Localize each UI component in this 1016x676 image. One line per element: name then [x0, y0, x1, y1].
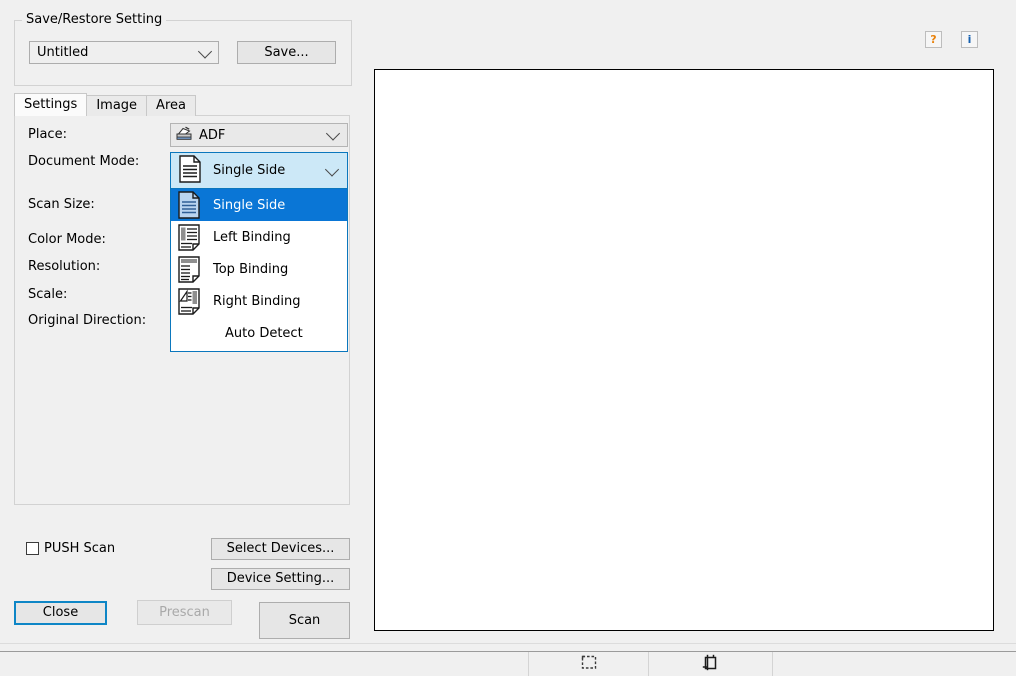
- dropdown-option-label: Auto Detect: [225, 325, 303, 341]
- document-mode-value: Single Side: [213, 163, 286, 178]
- save-button[interactable]: Save...: [237, 41, 336, 64]
- save-restore-legend: Save/Restore Setting: [22, 13, 167, 27]
- top-binding-page-icon: [177, 255, 203, 283]
- push-scan-label: PUSH Scan: [44, 541, 116, 556]
- dropdown-option-auto-detect[interactable]: Auto Detect: [171, 317, 347, 349]
- marquee-selection-icon: [581, 654, 597, 674]
- statusbar-cell-selection[interactable]: [528, 652, 648, 676]
- place-value: ADF: [199, 127, 226, 143]
- tab-image[interactable]: Image: [86, 95, 148, 116]
- prescan-button: Prescan: [137, 600, 232, 625]
- statusbar-cell-crop[interactable]: [648, 652, 772, 676]
- saved-setting-select[interactable]: Untitled: [29, 41, 219, 64]
- push-scan-checkbox[interactable]: [26, 542, 39, 555]
- chevron-down-icon: [325, 126, 341, 141]
- label-resolution: Resolution:: [28, 259, 101, 274]
- single-side-page-icon: [177, 191, 203, 219]
- select-devices-button[interactable]: Select Devices...: [211, 538, 350, 560]
- label-scan-size: Scan Size:: [28, 197, 95, 212]
- chevron-down-icon: [197, 43, 213, 59]
- label-place: Place:: [28, 127, 67, 142]
- adf-feeder-icon: [176, 126, 193, 145]
- left-binding-page-icon: [177, 223, 203, 251]
- label-original-direction: Original Direction:: [28, 313, 147, 328]
- help-icon[interactable]: ?: [925, 31, 942, 48]
- statusbar-cell-empty: [772, 652, 1016, 676]
- label-document-mode: Document Mode:: [28, 154, 140, 169]
- dropdown-option-single-side[interactable]: Single Side: [171, 189, 347, 221]
- crop-frame-icon: [702, 654, 719, 675]
- dropdown-option-top-binding[interactable]: Top Binding: [171, 253, 347, 285]
- place-combobox[interactable]: ADF: [170, 123, 348, 147]
- scan-preview-area[interactable]: [374, 69, 994, 631]
- statusbar-top-divider: [0, 643, 1016, 644]
- dropdown-option-label: Top Binding: [213, 261, 289, 277]
- close-button[interactable]: Close: [14, 601, 107, 625]
- settings-left-pane: Save/Restore Setting Untitled Save... Se…: [0, 0, 364, 644]
- device-setting-button[interactable]: Device Setting...: [211, 568, 350, 590]
- label-color-mode: Color Mode:: [28, 232, 106, 247]
- dropdown-option-label: Right Binding: [213, 293, 301, 309]
- status-bar: [0, 651, 1016, 676]
- saved-setting-value: Untitled: [37, 45, 89, 60]
- dropdown-option-label: Single Side: [213, 197, 286, 213]
- dropdown-option-label: Left Binding: [213, 229, 291, 245]
- right-binding-page-icon: [177, 287, 203, 315]
- tab-settings[interactable]: Settings: [14, 93, 88, 116]
- push-scan-row[interactable]: PUSH Scan: [26, 541, 115, 556]
- scan-button[interactable]: Scan: [259, 602, 350, 639]
- chevron-down-icon: [324, 161, 340, 177]
- label-scale: Scale:: [28, 287, 68, 302]
- single-side-page-icon: [178, 154, 202, 187]
- dropdown-option-left-binding[interactable]: Left Binding: [171, 221, 347, 253]
- tab-area[interactable]: Area: [146, 95, 196, 116]
- tab-strip: Settings Image Area: [14, 93, 196, 116]
- information-icon[interactable]: i: [961, 31, 978, 48]
- document-mode-combobox[interactable]: Single Side: [170, 152, 348, 189]
- dropdown-option-right-binding[interactable]: Right Binding: [171, 285, 347, 317]
- document-mode-dropdown-list[interactable]: Single Side Left Binding Top Binding Rig…: [170, 189, 348, 352]
